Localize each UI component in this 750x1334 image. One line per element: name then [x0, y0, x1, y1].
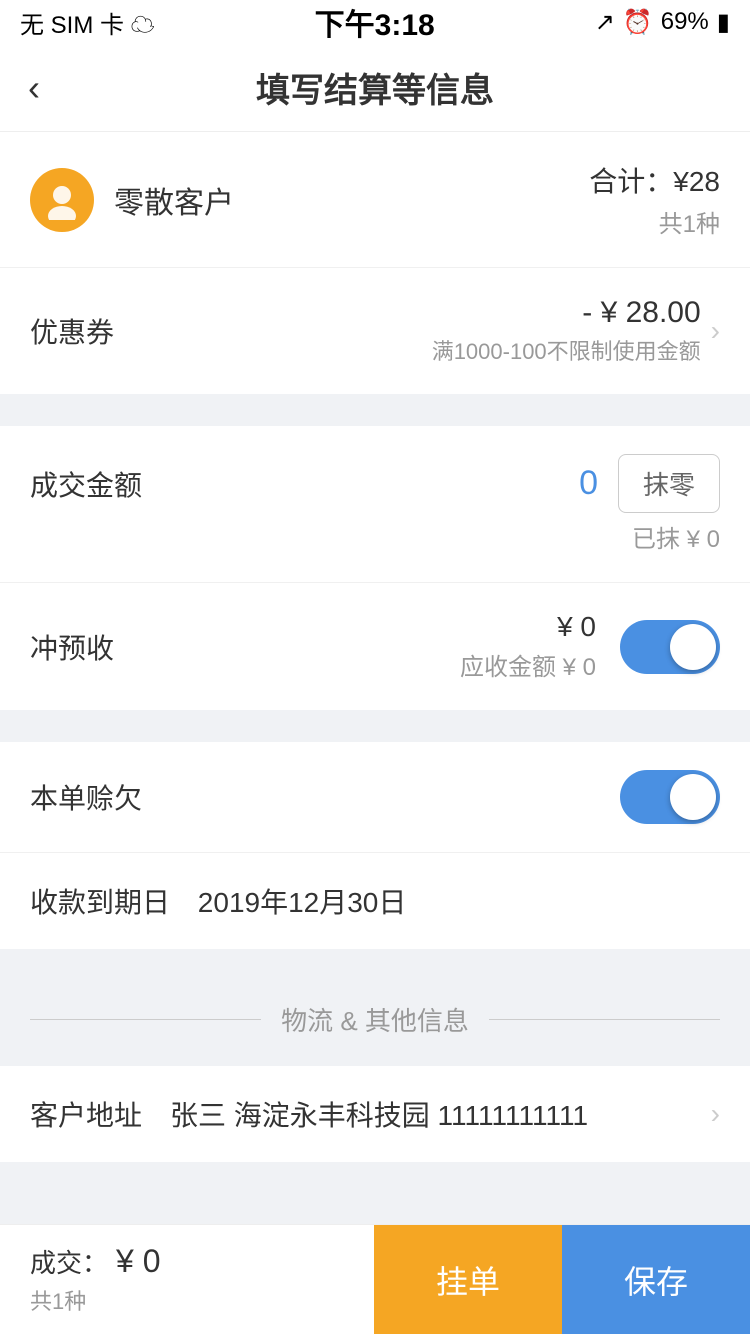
- amount-label: 成交金额: [30, 464, 142, 504]
- logistics-line-right: [489, 1019, 720, 1020]
- duedate-value: 2019年12月30日: [198, 887, 407, 918]
- divider-4: [0, 1058, 750, 1066]
- precollect-row: 冲预收 ¥ 0 应收金额 ¥ 0: [0, 582, 750, 710]
- duedate-label: 收款到期日: [30, 887, 170, 918]
- bottom-deal-amount: ¥ 0: [116, 1243, 160, 1280]
- logistics-section: 物流 & 其他信息: [0, 981, 750, 1058]
- amount-value: 0: [579, 464, 598, 503]
- amount-section: 成交金额 0 抹零 已抹 ¥ 0 冲预收 ¥ 0 应收金额 ¥ 0: [0, 426, 750, 710]
- customer-total: 合计：¥28: [589, 160, 720, 200]
- customer-row: 零散客户 合计：¥28 共1种: [0, 132, 750, 267]
- address-chevron-icon: ›: [711, 1098, 720, 1130]
- status-time: 下午3:18: [315, 0, 435, 44]
- bottom-deal-count: 共1种: [30, 1284, 344, 1316]
- sim-text: 无 SIM 卡 ☁: [20, 5, 155, 40]
- bottom-left: 成交： ¥ 0 共1种: [0, 1243, 374, 1316]
- location-icon: ↗: [595, 8, 615, 37]
- status-bar: 无 SIM 卡 ☁ 下午3:18 ↗ ⏰ 69% ▮: [0, 0, 750, 44]
- amount-row: 成交金额 0 抹零: [30, 454, 720, 513]
- precollect-toggle[interactable]: [620, 620, 720, 674]
- bottom-bar: 成交： ¥ 0 共1种 挂单 保存: [0, 1224, 750, 1334]
- status-right: ↗ ⏰ 69% ▮: [595, 8, 730, 37]
- divider-1: [0, 410, 750, 426]
- address-value: 张三 海淀永丰科技园 11111111111: [170, 1094, 711, 1134]
- amount-sub: 已抹 ¥ 0: [30, 519, 720, 554]
- coupon-desc: 满1000-100不限制使用金额: [432, 334, 701, 366]
- coupon-right: - ¥ 28.00 满1000-100不限制使用金额 ›: [432, 296, 720, 366]
- customer-name: 零散客户: [114, 178, 234, 222]
- coupon-info: - ¥ 28.00 满1000-100不限制使用金额: [432, 296, 701, 366]
- customer-count: 共1种: [589, 204, 720, 239]
- customer-left: 零散客户: [30, 168, 234, 232]
- page-title: 填写结算等信息: [256, 63, 494, 112]
- debt-row: 本单赊欠: [0, 742, 750, 852]
- logistics-text: 物流 & 其他信息: [281, 1001, 469, 1038]
- debt-toggle-knob: [670, 774, 716, 820]
- divider-2: [0, 726, 750, 742]
- battery-icon: ▮: [717, 8, 730, 37]
- logistics-line-left: [30, 1019, 261, 1020]
- amount-row-container: 成交金额 0 抹零 已抹 ¥ 0: [0, 426, 750, 582]
- precollect-sub: 应收金额 ¥ 0: [460, 647, 596, 682]
- toggle-knob: [670, 624, 716, 670]
- bottom-deal-row: 成交： ¥ 0: [30, 1243, 344, 1280]
- save-button[interactable]: 保存: [562, 1225, 750, 1334]
- coupon-row[interactable]: 优惠券 - ¥ 28.00 满1000-100不限制使用金额 ›: [0, 267, 750, 394]
- nav-bar: ‹ 填写结算等信息: [0, 44, 750, 132]
- main-content: 零散客户 合计：¥28 共1种 优惠券 - ¥ 28.00 满1000-100不…: [0, 132, 750, 1282]
- precollect-label: 冲预收: [30, 627, 114, 667]
- customer-avatar: [30, 168, 94, 232]
- back-button[interactable]: ‹: [28, 67, 40, 109]
- alarm-icon: ⏰: [623, 8, 653, 37]
- battery-text: 69%: [661, 8, 709, 36]
- bottom-deal-label: 成交：: [30, 1243, 108, 1280]
- logistics-divider: 物流 & 其他信息: [0, 1001, 750, 1038]
- customer-section: 零散客户 合计：¥28 共1种 优惠券 - ¥ 28.00 满1000-100不…: [0, 132, 750, 394]
- status-left: 无 SIM 卡 ☁: [20, 5, 155, 40]
- coupon-discount: - ¥ 28.00: [432, 296, 701, 330]
- precollect-amount: ¥ 0: [460, 611, 596, 643]
- coupon-label: 优惠券: [30, 311, 114, 351]
- divider-3: [0, 965, 750, 981]
- debt-toggle[interactable]: [620, 770, 720, 824]
- address-label: 客户地址: [30, 1094, 150, 1134]
- hang-button[interactable]: 挂单: [374, 1225, 562, 1334]
- address-row[interactable]: 客户地址 张三 海淀永丰科技园 11111111111 ›: [0, 1066, 750, 1162]
- precollect-info: ¥ 0 应收金额 ¥ 0: [460, 611, 596, 682]
- round-button[interactable]: 抹零: [618, 454, 720, 513]
- coupon-chevron-icon: ›: [711, 315, 720, 347]
- customer-right: 合计：¥28 共1种: [589, 160, 720, 239]
- precollect-right: ¥ 0 应收金额 ¥ 0: [460, 611, 720, 682]
- duedate-row: 收款到期日 2019年12月30日: [0, 852, 750, 949]
- amount-right: 0 抹零: [579, 454, 720, 513]
- debt-label: 本单赊欠: [30, 777, 142, 817]
- debt-section: 本单赊欠 收款到期日 2019年12月30日: [0, 742, 750, 949]
